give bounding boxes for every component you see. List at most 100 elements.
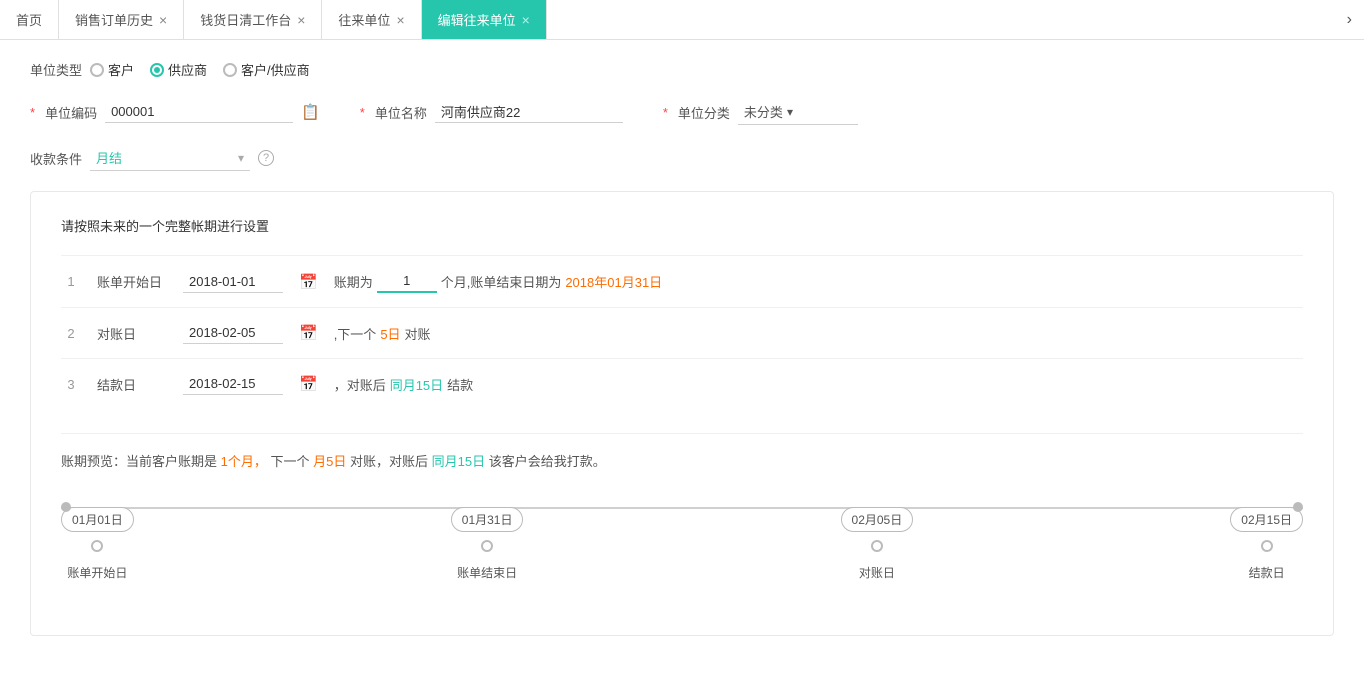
preview-text: 账期预览：当前客户账期是 1个月， 下一个 月5日 对账，对账后 同月15日 该… xyxy=(61,450,1303,473)
config-row-3: 3 结款日 📅 ，对账后 同月15日 结款 xyxy=(61,358,1303,409)
timeline: 01月01日 账单开始日 01月31日 账单结束日 02月05日 对账日 xyxy=(61,497,1303,611)
row-1-suffix-pre: 账期为 xyxy=(334,272,373,291)
payment-terms-dropdown[interactable]: 月结 ▾ xyxy=(90,145,250,171)
row-3-highlight: 同月15日 xyxy=(390,375,443,394)
unit-name-input[interactable] xyxy=(435,101,623,123)
tab-edit-partner-close[interactable]: × xyxy=(522,13,530,27)
tab-more-button[interactable]: › xyxy=(1335,0,1364,39)
payment-terms-arrow: ▾ xyxy=(238,151,244,165)
row-2-suffix: ,下一个 5日 对账 xyxy=(334,324,431,343)
tab-cash-work[interactable]: 钱货日清工作台 × xyxy=(184,0,322,39)
row-2-num: 2 xyxy=(61,326,81,341)
tab-sales-history-close[interactable]: × xyxy=(159,13,167,27)
radio-supplier[interactable]: 供应商 xyxy=(150,60,207,79)
payment-terms-row: 收款条件 月结 ▾ ? xyxy=(30,145,1334,171)
radio-both-label: 客户/供应商 xyxy=(241,60,310,79)
radio-customer-label: 客户 xyxy=(108,60,134,79)
preview-reconcile-pre: 下一个 xyxy=(271,454,310,469)
tab-home[interactable]: 首页 xyxy=(0,0,59,39)
timeline-bubble-0: 01月01日 xyxy=(61,507,134,532)
row-3-suffix-pre: ，对账后 xyxy=(334,375,386,394)
unit-category-arrow: ▾ xyxy=(787,105,793,119)
timeline-dot-1 xyxy=(481,540,493,552)
unit-name-label: 单位名称 xyxy=(375,103,427,122)
preview-reconcile-highlight: 月5日 xyxy=(313,454,346,469)
row-1-label: 账单开始日 xyxy=(97,272,167,291)
timeline-label-0: 账单开始日 xyxy=(67,564,127,581)
payment-terms-value: 月结 xyxy=(96,148,234,167)
tab-partner-label: 往来单位 xyxy=(338,10,390,29)
preview-payment-highlight: 同月15日 xyxy=(432,454,485,469)
radio-customer-circle xyxy=(90,63,104,77)
radio-supplier-label: 供应商 xyxy=(168,60,207,79)
config-row-2: 2 对账日 📅 ,下一个 5日 对账 xyxy=(61,307,1303,358)
panel-title: 请按照未来的一个完整帐期进行设置 xyxy=(61,216,1303,235)
unit-code-star: * xyxy=(30,105,35,120)
radio-supplier-circle xyxy=(150,63,164,77)
payment-terms-label: 收款条件 xyxy=(30,149,82,168)
settings-panel: 请按照未来的一个完整帐期进行设置 1 账单开始日 📅 账期为 个月,账单结束日期… xyxy=(30,191,1334,636)
unit-category-dropdown[interactable]: 未分类 ▾ xyxy=(738,99,858,125)
timeline-point-2: 02月05日 对账日 xyxy=(841,507,914,581)
tab-partner[interactable]: 往来单位 × xyxy=(322,0,421,39)
row-2-date-input[interactable] xyxy=(183,322,283,344)
unit-code-group: * 单位编码 📋 xyxy=(30,101,320,123)
unit-name-star: * xyxy=(360,105,365,120)
tab-edit-partner-label: 编辑往来单位 xyxy=(438,10,516,29)
row-1-period-input[interactable] xyxy=(377,270,437,293)
preview-reconcile-post: 对账，对账后 xyxy=(350,454,428,469)
unit-type-group: 单位类型 客户 供应商 客户/供应商 xyxy=(30,60,310,79)
timeline-points: 01月01日 账单开始日 01月31日 账单结束日 02月05日 对账日 xyxy=(61,507,1303,581)
row-1-suffix-mid: 个月,账单结束日期为 xyxy=(441,272,562,291)
row-2-suffix-pre: ,下一个 xyxy=(334,324,377,343)
timeline-point-3: 02月15日 结款日 xyxy=(1230,507,1303,581)
unit-code-input[interactable] xyxy=(105,101,293,123)
preview-label: 账期预览：当前客户账期是 xyxy=(61,454,217,469)
timeline-label-3: 结款日 xyxy=(1249,564,1285,581)
unit-info-row: * 单位编码 📋 * 单位名称 * 单位分类 未分类 ▾ xyxy=(30,99,1334,125)
tab-cash-work-label: 钱货日清工作台 xyxy=(200,10,291,29)
timeline-dot-3 xyxy=(1261,540,1273,552)
row-3-calendar-icon[interactable]: 📅 xyxy=(299,375,318,393)
unit-category-label: 单位分类 xyxy=(678,103,730,122)
radio-both[interactable]: 客户/供应商 xyxy=(223,60,310,79)
row-2-calendar-icon[interactable]: 📅 xyxy=(299,324,318,342)
row-1-date-input[interactable] xyxy=(183,271,283,293)
timeline-label-1: 账单结束日 xyxy=(457,564,517,581)
tab-partner-close[interactable]: × xyxy=(396,13,404,27)
timeline-bubble-3: 02月15日 xyxy=(1230,507,1303,532)
timeline-dot-0 xyxy=(91,540,103,552)
main-content: 单位类型 客户 供应商 客户/供应商 * 单位编码 xyxy=(0,40,1364,676)
tab-bar: 首页 销售订单历史 × 钱货日清工作台 × 往来单位 × 编辑往来单位 × › xyxy=(0,0,1364,40)
unit-category-group: * 单位分类 未分类 ▾ xyxy=(663,99,858,125)
timeline-dot-2 xyxy=(871,540,883,552)
unit-code-calendar-icon[interactable]: 📋 xyxy=(301,103,320,121)
unit-type-label: 单位类型 xyxy=(30,60,82,79)
row-2-suffix-post: 对账 xyxy=(405,324,431,343)
row-3-suffix: ，对账后 同月15日 结款 xyxy=(334,375,474,394)
timeline-point-0: 01月01日 账单开始日 xyxy=(61,507,134,581)
tab-sales-history[interactable]: 销售订单历史 × xyxy=(59,0,184,39)
config-row-1: 1 账单开始日 📅 账期为 个月,账单结束日期为 2018年01月31日 xyxy=(61,255,1303,307)
tab-sales-history-label: 销售订单历史 xyxy=(75,10,153,29)
radio-both-circle xyxy=(223,63,237,77)
timeline-label-2: 对账日 xyxy=(859,564,895,581)
unit-type-row: 单位类型 客户 供应商 客户/供应商 xyxy=(30,60,1334,79)
row-2-highlight: 5日 xyxy=(380,324,400,343)
row-1-suffix: 账期为 个月,账单结束日期为 2018年01月31日 xyxy=(334,270,662,293)
timeline-bubble-2: 02月05日 xyxy=(841,507,914,532)
radio-customer[interactable]: 客户 xyxy=(90,60,134,79)
unit-category-star: * xyxy=(663,105,668,120)
row-3-label: 结款日 xyxy=(97,375,167,394)
payment-terms-info-icon[interactable]: ? xyxy=(258,150,274,166)
row-2-label: 对账日 xyxy=(97,324,167,343)
row-3-suffix-post: 结款 xyxy=(447,375,473,394)
row-1-num: 1 xyxy=(61,274,81,289)
tab-edit-partner[interactable]: 编辑往来单位 × xyxy=(422,0,547,39)
tab-cash-work-close[interactable]: × xyxy=(297,13,305,27)
unit-code-label: 单位编码 xyxy=(45,103,97,122)
preview-period: 1个月， xyxy=(221,454,267,469)
row-3-date-input[interactable] xyxy=(183,373,283,395)
row-1-calendar-icon[interactable]: 📅 xyxy=(299,273,318,291)
radio-group: 客户 供应商 客户/供应商 xyxy=(90,60,310,79)
